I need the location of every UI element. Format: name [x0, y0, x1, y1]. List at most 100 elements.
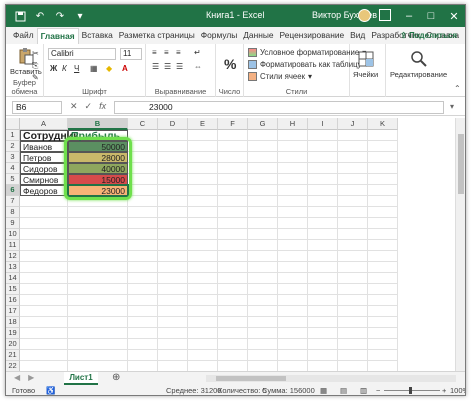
- cell-i20[interactable]: [308, 339, 338, 350]
- row-header-15[interactable]: 15: [6, 284, 20, 295]
- row-header-3[interactable]: 3: [6, 152, 20, 163]
- cell-b19[interactable]: [68, 328, 128, 339]
- cell-f3[interactable]: [218, 152, 248, 163]
- column-header-i[interactable]: I: [308, 118, 338, 130]
- font-name-select[interactable]: Calibri: [48, 48, 116, 60]
- cells-button[interactable]: Ячейки: [353, 50, 378, 79]
- column-header-g[interactable]: G: [248, 118, 278, 130]
- cell-k6[interactable]: [368, 185, 398, 196]
- row-header-22[interactable]: 22: [6, 361, 20, 371]
- cell-i12[interactable]: [308, 251, 338, 262]
- cell-a11[interactable]: [20, 240, 68, 251]
- cell-i22[interactable]: [308, 361, 338, 371]
- cancel-icon[interactable]: ✕: [70, 101, 78, 112]
- cell-i13[interactable]: [308, 262, 338, 273]
- cell-j16[interactable]: [338, 295, 368, 306]
- column-header-d[interactable]: D: [158, 118, 188, 130]
- cell-b15[interactable]: [68, 284, 128, 295]
- cell-f9[interactable]: [218, 218, 248, 229]
- cell-d8[interactable]: [158, 207, 188, 218]
- cell-b17[interactable]: [68, 306, 128, 317]
- cell-j9[interactable]: [338, 218, 368, 229]
- cell-k11[interactable]: [368, 240, 398, 251]
- cell-i1[interactable]: [308, 130, 338, 141]
- cell-k3[interactable]: [368, 152, 398, 163]
- cell-f22[interactable]: [218, 361, 248, 371]
- row-header-7[interactable]: 7: [6, 196, 20, 207]
- cell-g2[interactable]: [248, 141, 278, 152]
- cell-d10[interactable]: [158, 229, 188, 240]
- cell-e9[interactable]: [188, 218, 218, 229]
- cell-g16[interactable]: [248, 295, 278, 306]
- cell-f18[interactable]: [218, 317, 248, 328]
- cell-h6[interactable]: [278, 185, 308, 196]
- expand-formula-icon[interactable]: ▾: [450, 102, 454, 111]
- cell-d17[interactable]: [158, 306, 188, 317]
- tab-data[interactable]: Данные: [240, 28, 276, 44]
- cell-j15[interactable]: [338, 284, 368, 295]
- merge-icon[interactable]: ⇔: [194, 62, 202, 71]
- cell-g22[interactable]: [248, 361, 278, 371]
- zoom-level[interactable]: 100%: [450, 386, 465, 395]
- cell-i21[interactable]: [308, 350, 338, 361]
- cell-e8[interactable]: [188, 207, 218, 218]
- next-sheet-icon[interactable]: ▶: [28, 373, 34, 382]
- horizontal-scrollbar[interactable]: [206, 375, 456, 382]
- cell-i9[interactable]: [308, 218, 338, 229]
- cell-j21[interactable]: [338, 350, 368, 361]
- cell-a16[interactable]: [20, 295, 68, 306]
- cell-d20[interactable]: [158, 339, 188, 350]
- cell-f1[interactable]: [218, 130, 248, 141]
- editing-button[interactable]: Редактирование: [390, 50, 447, 79]
- cell-j3[interactable]: [338, 152, 368, 163]
- cell-c9[interactable]: [128, 218, 158, 229]
- cell-i3[interactable]: [308, 152, 338, 163]
- employee-name[interactable]: Смирнов: [20, 174, 68, 185]
- cell-g11[interactable]: [248, 240, 278, 251]
- cell-c6[interactable]: [128, 185, 158, 196]
- cell-a22[interactable]: [20, 361, 68, 371]
- cell-f15[interactable]: [218, 284, 248, 295]
- cell-k9[interactable]: [368, 218, 398, 229]
- cell-h8[interactable]: [278, 207, 308, 218]
- cell-g9[interactable]: [248, 218, 278, 229]
- cell-c15[interactable]: [128, 284, 158, 295]
- cell-g7[interactable]: [248, 196, 278, 207]
- cell-e7[interactable]: [188, 196, 218, 207]
- cell-e1[interactable]: [188, 130, 218, 141]
- cell-e4[interactable]: [188, 163, 218, 174]
- cell-h3[interactable]: [278, 152, 308, 163]
- tab-review[interactable]: Рецензирование: [277, 28, 348, 44]
- cell-f10[interactable]: [218, 229, 248, 240]
- cell-a17[interactable]: [20, 306, 68, 317]
- align-middle-icon[interactable]: ≡: [164, 48, 169, 57]
- cell-b14[interactable]: [68, 273, 128, 284]
- cell-k10[interactable]: [368, 229, 398, 240]
- cell-e21[interactable]: [188, 350, 218, 361]
- cell-b10[interactable]: [68, 229, 128, 240]
- fill-color-icon[interactable]: ◆: [106, 64, 112, 73]
- cell-g10[interactable]: [248, 229, 278, 240]
- row-header-17[interactable]: 17: [6, 306, 20, 317]
- cell-j1[interactable]: [338, 130, 368, 141]
- cell-c1[interactable]: [128, 130, 158, 141]
- cell-i8[interactable]: [308, 207, 338, 218]
- cell-k13[interactable]: [368, 262, 398, 273]
- underline-button[interactable]: Ч: [74, 64, 79, 73]
- cell-c11[interactable]: [128, 240, 158, 251]
- cell-c16[interactable]: [128, 295, 158, 306]
- cell-d3[interactable]: [158, 152, 188, 163]
- row-header-21[interactable]: 21: [6, 350, 20, 361]
- tab-view[interactable]: Вид: [347, 28, 368, 44]
- cell-k18[interactable]: [368, 317, 398, 328]
- cell-c12[interactable]: [128, 251, 158, 262]
- cell-b21[interactable]: [68, 350, 128, 361]
- cell-d15[interactable]: [158, 284, 188, 295]
- cell-j7[interactable]: [338, 196, 368, 207]
- column-header-f[interactable]: F: [218, 118, 248, 130]
- cell-d16[interactable]: [158, 295, 188, 306]
- cell-d9[interactable]: [158, 218, 188, 229]
- cell-b20[interactable]: [68, 339, 128, 350]
- cell-f14[interactable]: [218, 273, 248, 284]
- cell-a12[interactable]: [20, 251, 68, 262]
